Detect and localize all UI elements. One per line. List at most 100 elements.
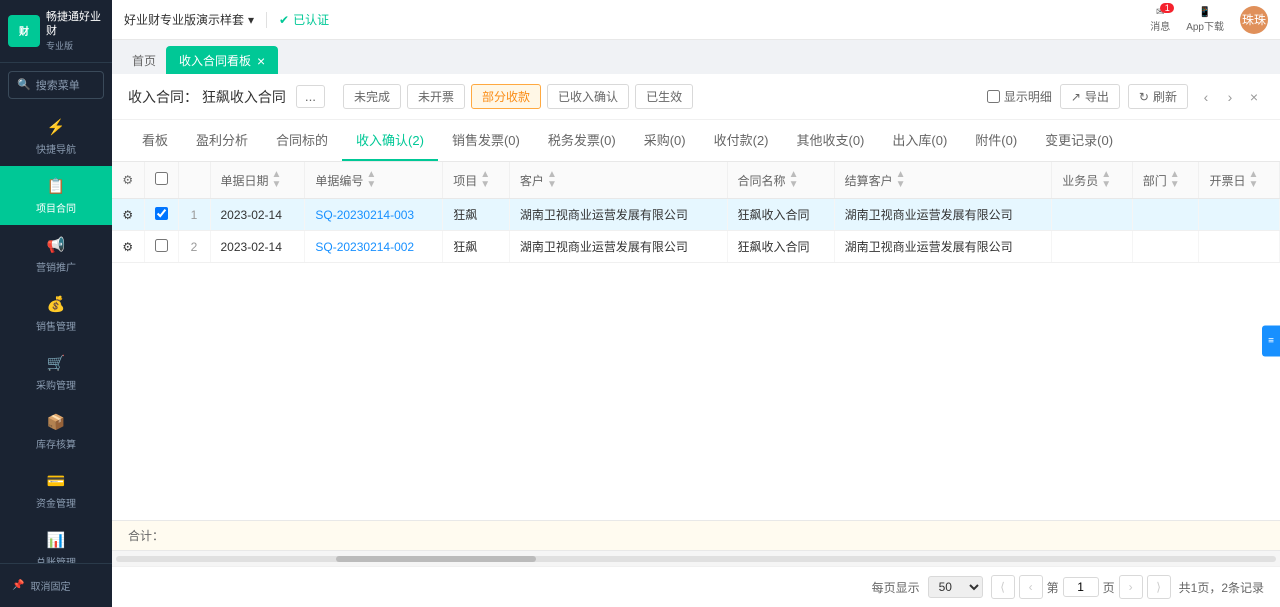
data-table: ⚙单据日期▲▼单据编号▲▼项目▲▼客户▲▼合同名称▲▼结算客户▲▼业务员▲▼部门… xyxy=(112,162,1280,263)
show-detail-checkbox[interactable] xyxy=(987,90,1000,103)
main-area: 好业财专业版演示样套 ▾ ✔ 已认证 ✉ 1 消息 📱 App下载 珠珠 xyxy=(112,0,1280,607)
row-code-link-1[interactable]: SQ-20230214-003 xyxy=(315,208,414,222)
sub-tab-payment[interactable]: 收付款(2) xyxy=(700,120,783,161)
search-icon: 🔍 xyxy=(17,78,31,91)
right-panel-toggle[interactable]: ≡ xyxy=(1262,326,1280,357)
row-checkbox-1[interactable] xyxy=(144,199,178,231)
th-code[interactable]: 单据编号▲▼ xyxy=(305,162,443,199)
nav-label-project-contract: 项目合同 xyxy=(36,200,76,215)
sidebar-item-project-contract[interactable]: 📋项目合同 xyxy=(0,166,112,225)
row-settings-2[interactable]: ⚙ xyxy=(112,231,144,263)
sub-tab-warehouse[interactable]: 出入库(0) xyxy=(878,120,961,161)
company-selector[interactable]: 好业财专业版演示样套 ▾ xyxy=(124,11,254,28)
table-container[interactable]: ⚙单据日期▲▼单据编号▲▼项目▲▼客户▲▼合同名称▲▼结算客户▲▼业务员▲▼部门… xyxy=(112,162,1280,520)
th-date[interactable]: 单据日期▲▼ xyxy=(210,162,305,199)
row-code-1[interactable]: SQ-20230214-003 xyxy=(305,199,443,231)
sub-tab-other-income[interactable]: 其他收支(0) xyxy=(783,120,879,161)
row-code-2[interactable]: SQ-20230214-002 xyxy=(305,231,443,263)
th-settle-customer[interactable]: 结算客户▲▼ xyxy=(834,162,1052,199)
sub-tab-contract-standard[interactable]: 合同标的 xyxy=(262,120,342,161)
status-btn-not-invoiced[interactable]: 未开票 xyxy=(407,84,465,109)
sidebar-item-marketing[interactable]: 📢营销推广 xyxy=(0,225,112,284)
status-btn-confirmed[interactable]: 已收入确认 xyxy=(547,84,629,109)
title-name: 狂飙收入合同 xyxy=(202,89,286,105)
th-project[interactable]: 项目▲▼ xyxy=(443,162,510,199)
prev-page-button[interactable]: ‹ xyxy=(1019,575,1043,599)
tab-label: 收入合同看板 xyxy=(179,52,251,69)
sort-icon-project: ▲▼ xyxy=(480,170,490,190)
sidebar-item-inventory[interactable]: 📦库存核算 xyxy=(0,402,112,461)
settings-icon: ⚙ xyxy=(122,208,133,222)
first-page-button[interactable]: ⟨ xyxy=(991,575,1015,599)
sub-tab-attachment[interactable]: 附件(0) xyxy=(961,120,1031,161)
export-icon: ↗ xyxy=(1071,90,1081,104)
scrollbar-thumb[interactable] xyxy=(336,556,536,562)
row-settings-1[interactable]: ⚙ xyxy=(112,199,144,231)
sidebar-bottom-cancel-fixed[interactable]: 📌取消固定 xyxy=(8,572,104,599)
row-select-checkbox-1[interactable] xyxy=(155,207,168,220)
export-button[interactable]: ↗ 导出 xyxy=(1060,84,1120,109)
table-row[interactable]: ⚙ 2 2023-02-14 SQ-20230214-002 狂飙 湖南卫视商业… xyxy=(112,231,1280,263)
sidebar-item-purchase[interactable]: 🛒采购管理 xyxy=(0,343,112,402)
message-button[interactable]: ✉ 1 消息 xyxy=(1150,7,1170,33)
sub-tab-purchase[interactable]: 采购(0) xyxy=(630,120,700,161)
sub-tab-sales-invoice[interactable]: 销售发票(0) xyxy=(438,120,534,161)
row-opendate-1 xyxy=(1199,199,1280,231)
page-label: 第 xyxy=(1047,579,1059,596)
th-customer[interactable]: 客户▲▼ xyxy=(509,162,727,199)
select-all-checkbox[interactable] xyxy=(155,172,168,185)
content-area: 首页 收入合同看板 × 收入合同： 狂飙收入合同 ... 未完成未开票部分收款已… xyxy=(112,40,1280,607)
sidebar-item-quick-nav[interactable]: ⚡快捷导航 xyxy=(0,107,112,166)
refresh-button[interactable]: ↻ 刷新 xyxy=(1128,84,1188,109)
sub-tab-profit[interactable]: 盈利分析 xyxy=(182,120,262,161)
th-salesperson[interactable]: 业务员▲▼ xyxy=(1052,162,1133,199)
prev-window-button[interactable]: ‹ xyxy=(1196,87,1216,107)
app-download-button[interactable]: 📱 App下载 xyxy=(1186,7,1224,33)
pagination: 每页显示 50 100 200 ⟨ ‹ 第 1 页 › ⟩ 共1页，2条记录 xyxy=(112,566,1280,607)
breadcrumb-home[interactable]: 首页 xyxy=(124,48,164,73)
table-row[interactable]: ⚙ 1 2023-02-14 SQ-20230214-003 狂飙 湖南卫视商业… xyxy=(112,199,1280,231)
th-open-date[interactable]: 开票日▲▼ xyxy=(1199,162,1280,199)
page-header: 收入合同： 狂飙收入合同 ... 未完成未开票部分收款已收入确认已生效 显示明细… xyxy=(112,74,1280,120)
status-btn-partial-collected[interactable]: 部分收款 xyxy=(471,84,541,109)
sidebar-item-sales[interactable]: 💰 销售管理 xyxy=(0,284,112,343)
row-select-checkbox-2[interactable] xyxy=(155,239,168,252)
nav-icon-inventory: 📦 xyxy=(46,412,66,432)
status-btn-effective[interactable]: 已生效 xyxy=(635,84,693,109)
per-page-select[interactable]: 50 100 200 xyxy=(928,576,983,598)
sub-tabs: 看板盈利分析合同标的收入确认(2)销售发票(0)税务发票(0)采购(0)收付款(… xyxy=(112,120,1280,162)
page-input[interactable]: 1 xyxy=(1063,577,1099,597)
col-label-contract-name: 合同名称 xyxy=(738,172,786,189)
tab-income-contract[interactable]: 收入合同看板 × xyxy=(166,46,278,74)
page-header-right: 显示明细 ↗ 导出 ↻ 刷新 ‹ › × xyxy=(987,84,1264,109)
last-page-button[interactable]: ⟩ xyxy=(1147,575,1171,599)
search-menu-button[interactable]: 🔍 搜索菜单 xyxy=(8,71,104,99)
nav-label-quick-nav: 快捷导航 xyxy=(36,141,76,156)
row-checkbox-2[interactable] xyxy=(144,231,178,263)
user-avatar[interactable]: 珠珠 xyxy=(1240,6,1268,34)
next-page-button[interactable]: › xyxy=(1119,575,1143,599)
status-btn-incomplete[interactable]: 未完成 xyxy=(343,84,401,109)
th-contract-name[interactable]: 合同名称▲▼ xyxy=(727,162,834,199)
export-label: 导出 xyxy=(1085,88,1109,105)
horizontal-scrollbar[interactable] xyxy=(112,550,1280,566)
sidebar-item-capital[interactable]: 💳资金管理 xyxy=(0,461,112,520)
row-dept-2 xyxy=(1132,231,1199,263)
sidebar-item-accounting[interactable]: 📊总账管理 xyxy=(0,520,112,563)
app-logo: 财 畅捷通好业财 专业版 xyxy=(0,0,112,63)
certified-text: 已认证 xyxy=(293,11,329,28)
more-options-button[interactable]: ... xyxy=(296,85,325,108)
sub-tab-board[interactable]: 看板 xyxy=(128,120,182,161)
next-window-button[interactable]: › xyxy=(1220,87,1240,107)
tab-close-button[interactable]: × xyxy=(257,54,265,68)
nav-label-marketing: 营销推广 xyxy=(36,259,76,274)
sub-tab-change-record[interactable]: 变更记录(0) xyxy=(1031,120,1127,161)
sub-tab-tax-invoice[interactable]: 税务发票(0) xyxy=(534,120,630,161)
th-department[interactable]: 部门▲▼ xyxy=(1132,162,1199,199)
nav-label-sales: 销售管理 xyxy=(36,318,76,333)
close-window-button[interactable]: × xyxy=(1244,87,1264,107)
nav-icon-sales: 💰 xyxy=(46,294,66,314)
sort-icon-salesperson: ▲▼ xyxy=(1101,170,1111,190)
row-code-link-2[interactable]: SQ-20230214-002 xyxy=(315,240,414,254)
sub-tab-income-confirm[interactable]: 收入确认(2) xyxy=(342,120,438,161)
